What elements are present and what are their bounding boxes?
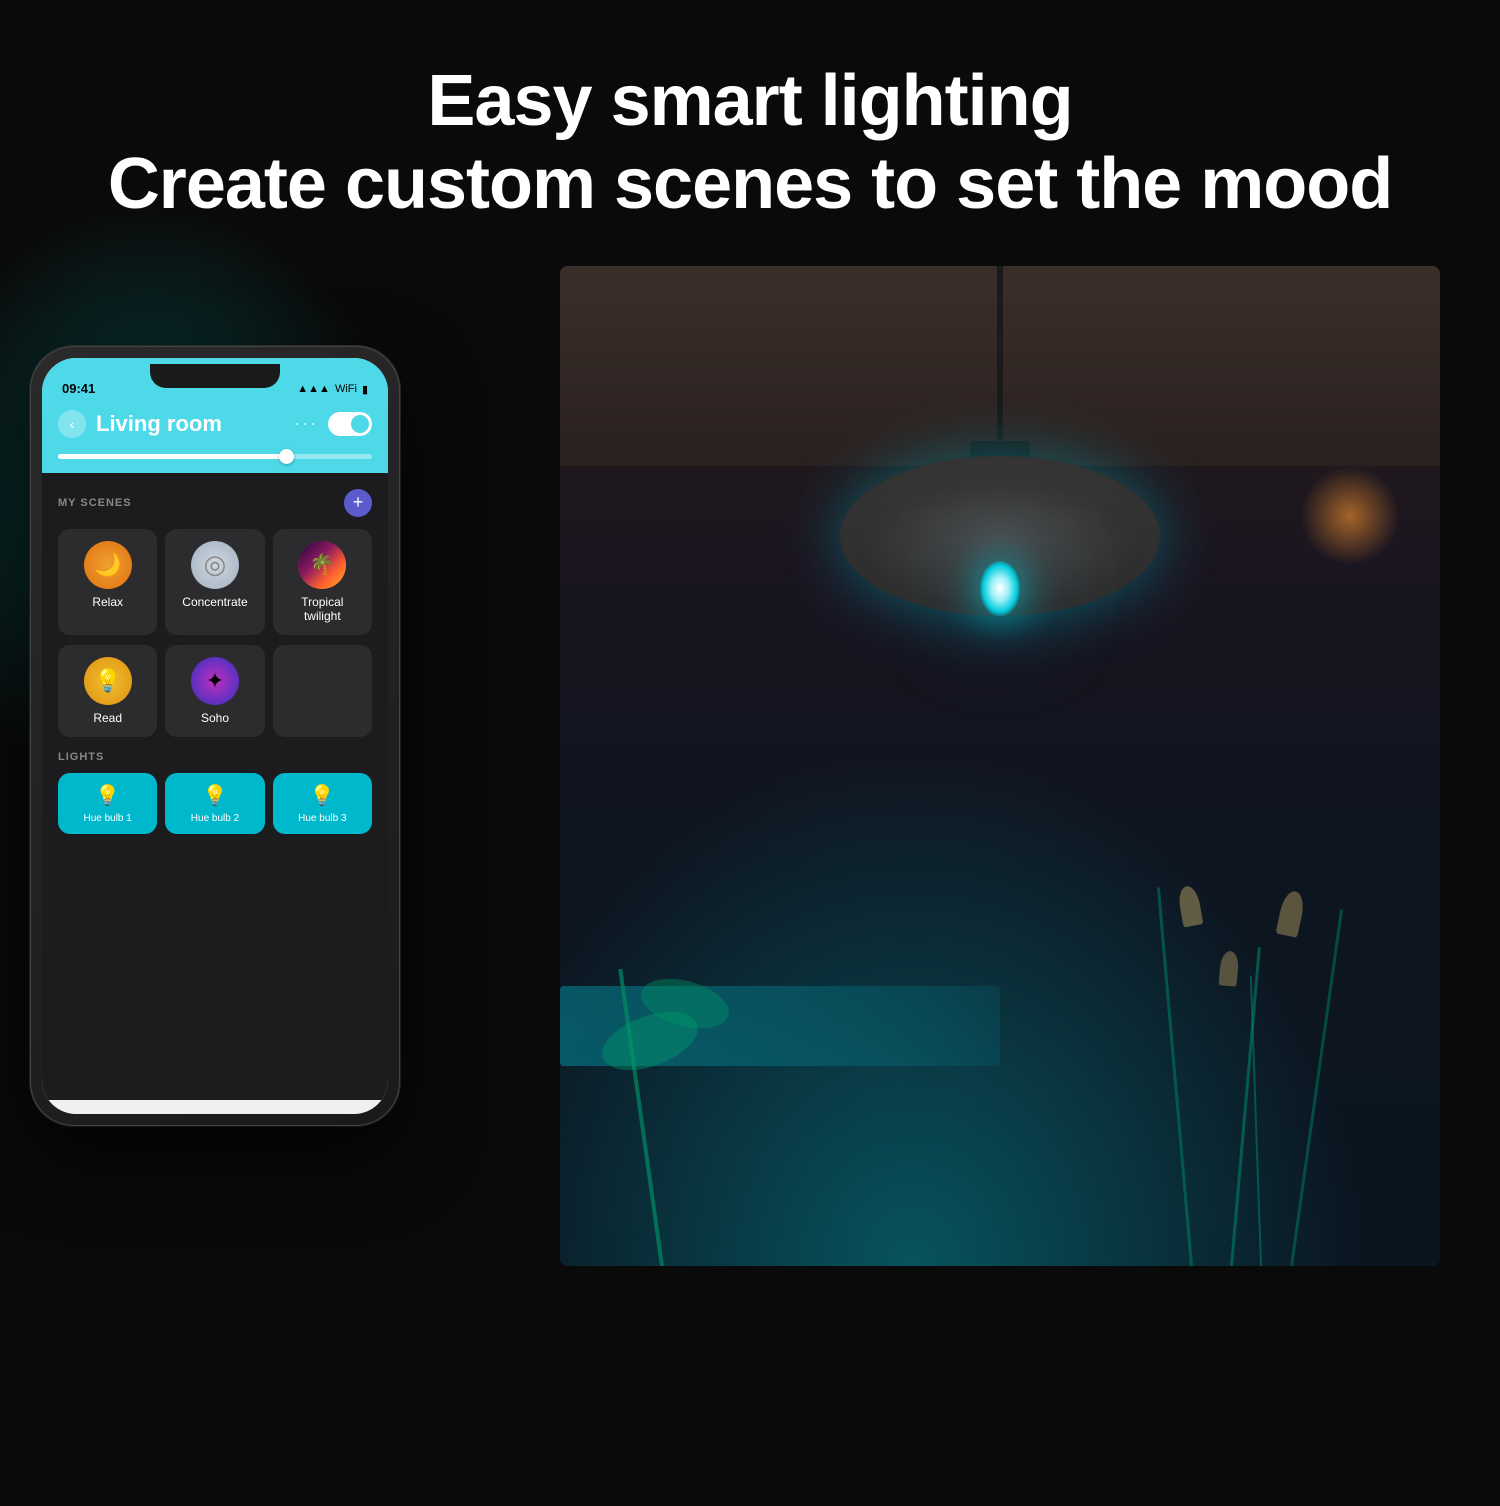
tropical-label: Tropicaltwilight	[301, 595, 343, 623]
battery-icon: ▮	[362, 383, 368, 396]
bulb1-icon: 💡	[95, 783, 120, 808]
plant-stem-4	[1290, 909, 1343, 1266]
signal-icon: ▲▲▲	[297, 383, 330, 395]
bulb3-icon: 💡	[310, 783, 335, 808]
relax-label: Relax	[92, 595, 123, 609]
app-header-left: ‹ Living room	[58, 410, 222, 438]
status-icons: ▲▲▲ WiFi ▮	[297, 383, 368, 396]
lights-section-label: LIGHTS	[58, 751, 372, 763]
phone-screen: 09:41 ▲▲▲ WiFi ▮ ‹ Living room ···	[42, 358, 388, 1114]
plant-stem-1	[1157, 887, 1193, 1266]
concentrate-label: Concentrate	[182, 595, 247, 609]
plants	[1130, 816, 1410, 1266]
brightness-row	[42, 454, 388, 473]
room-name-label: Living room	[96, 411, 222, 437]
pendant-bulb	[980, 561, 1020, 616]
scene-card-relax[interactable]: 🌙 Relax	[58, 529, 157, 635]
bulb2-label: Hue bulb 2	[191, 813, 239, 824]
header-right: ···	[294, 412, 372, 436]
scenes-grid-row2: 💡 Read ✦ Soho	[58, 645, 372, 737]
read-icon-symbol: 💡	[94, 668, 121, 694]
relax-icon: 🌙	[84, 541, 132, 589]
back-button[interactable]: ‹	[58, 410, 86, 438]
plant-left	[580, 916, 780, 1266]
brightness-fill	[58, 454, 294, 459]
add-icon: +	[353, 492, 364, 513]
lights-grid: 💡 Hue bulb 1 💡 Hue bulb 2 💡 Hue bulb 3	[58, 773, 372, 834]
warm-light	[1300, 466, 1400, 566]
pendant-cord	[997, 266, 1003, 446]
soho-label: Soho	[201, 711, 229, 725]
status-time: 09:41	[62, 381, 95, 396]
page-header: Easy smart lighting Create custom scenes…	[0, 0, 1500, 266]
light-card-bulb2[interactable]: 💡 Hue bulb 2	[165, 773, 264, 834]
scene-card-tropical[interactable]: 🌴 Tropicaltwilight	[273, 529, 372, 635]
plant-stem-3	[1250, 976, 1262, 1266]
app-body: MY SCENES + 🌙 Relax	[42, 473, 388, 1100]
plant-head-3	[1276, 889, 1307, 938]
room-image	[560, 266, 1440, 1266]
bulb1-label: Hue bulb 1	[83, 813, 131, 824]
scenes-section-label: MY SCENES	[58, 497, 132, 509]
bulb3-label: Hue bulb 3	[298, 813, 346, 824]
title-line1: Easy smart lighting	[427, 61, 1072, 141]
page-title: Easy smart lighting Create custom scenes…	[20, 60, 1480, 226]
bulb2-icon: 💡	[203, 783, 228, 808]
brightness-knob	[279, 449, 294, 464]
scene-card-partial	[273, 645, 372, 737]
light-card-bulb3[interactable]: 💡 Hue bulb 3	[273, 773, 372, 834]
tropical-palm-symbol: 🌴	[310, 552, 335, 577]
scenes-grid-row1: 🌙 Relax ◎ Concentrate	[58, 529, 372, 635]
phone-container: 09:41 ▲▲▲ WiFi ▮ ‹ Living room ···	[30, 346, 400, 1126]
toggle-knob	[351, 415, 369, 433]
title-line2: Create custom scenes to set the mood	[108, 144, 1392, 224]
add-scene-button[interactable]: +	[344, 489, 372, 517]
room-toggle[interactable]	[328, 412, 372, 436]
scene-card-soho[interactable]: ✦ Soho	[165, 645, 264, 737]
plant-head-2	[1219, 950, 1240, 986]
light-card-bulb1[interactable]: 💡 Hue bulb 1	[58, 773, 157, 834]
brightness-slider[interactable]	[58, 454, 372, 459]
wifi-icon: WiFi	[335, 383, 357, 395]
more-options-button[interactable]: ···	[294, 413, 318, 434]
phone-notch	[150, 364, 280, 388]
scene-card-concentrate[interactable]: ◎ Concentrate	[165, 529, 264, 635]
plant-head-1	[1177, 884, 1204, 927]
phone-outer: 09:41 ▲▲▲ WiFi ▮ ‹ Living room ···	[30, 346, 400, 1126]
concentrate-icon-symbol: ◎	[204, 549, 227, 580]
tropical-icon: 🌴	[298, 541, 346, 589]
soho-icon-symbol: ✦	[206, 668, 224, 694]
scenes-section-header: MY SCENES +	[58, 489, 372, 517]
main-content: 09:41 ▲▲▲ WiFi ▮ ‹ Living room ···	[0, 266, 1500, 1506]
concentrate-icon: ◎	[191, 541, 239, 589]
app-header: ‹ Living room ···	[42, 402, 388, 454]
scene-card-read[interactable]: 💡 Read	[58, 645, 157, 737]
read-icon: 💡	[84, 657, 132, 705]
relax-icon-symbol: 🌙	[94, 552, 121, 578]
read-label: Read	[93, 711, 122, 725]
soho-icon: ✦	[191, 657, 239, 705]
